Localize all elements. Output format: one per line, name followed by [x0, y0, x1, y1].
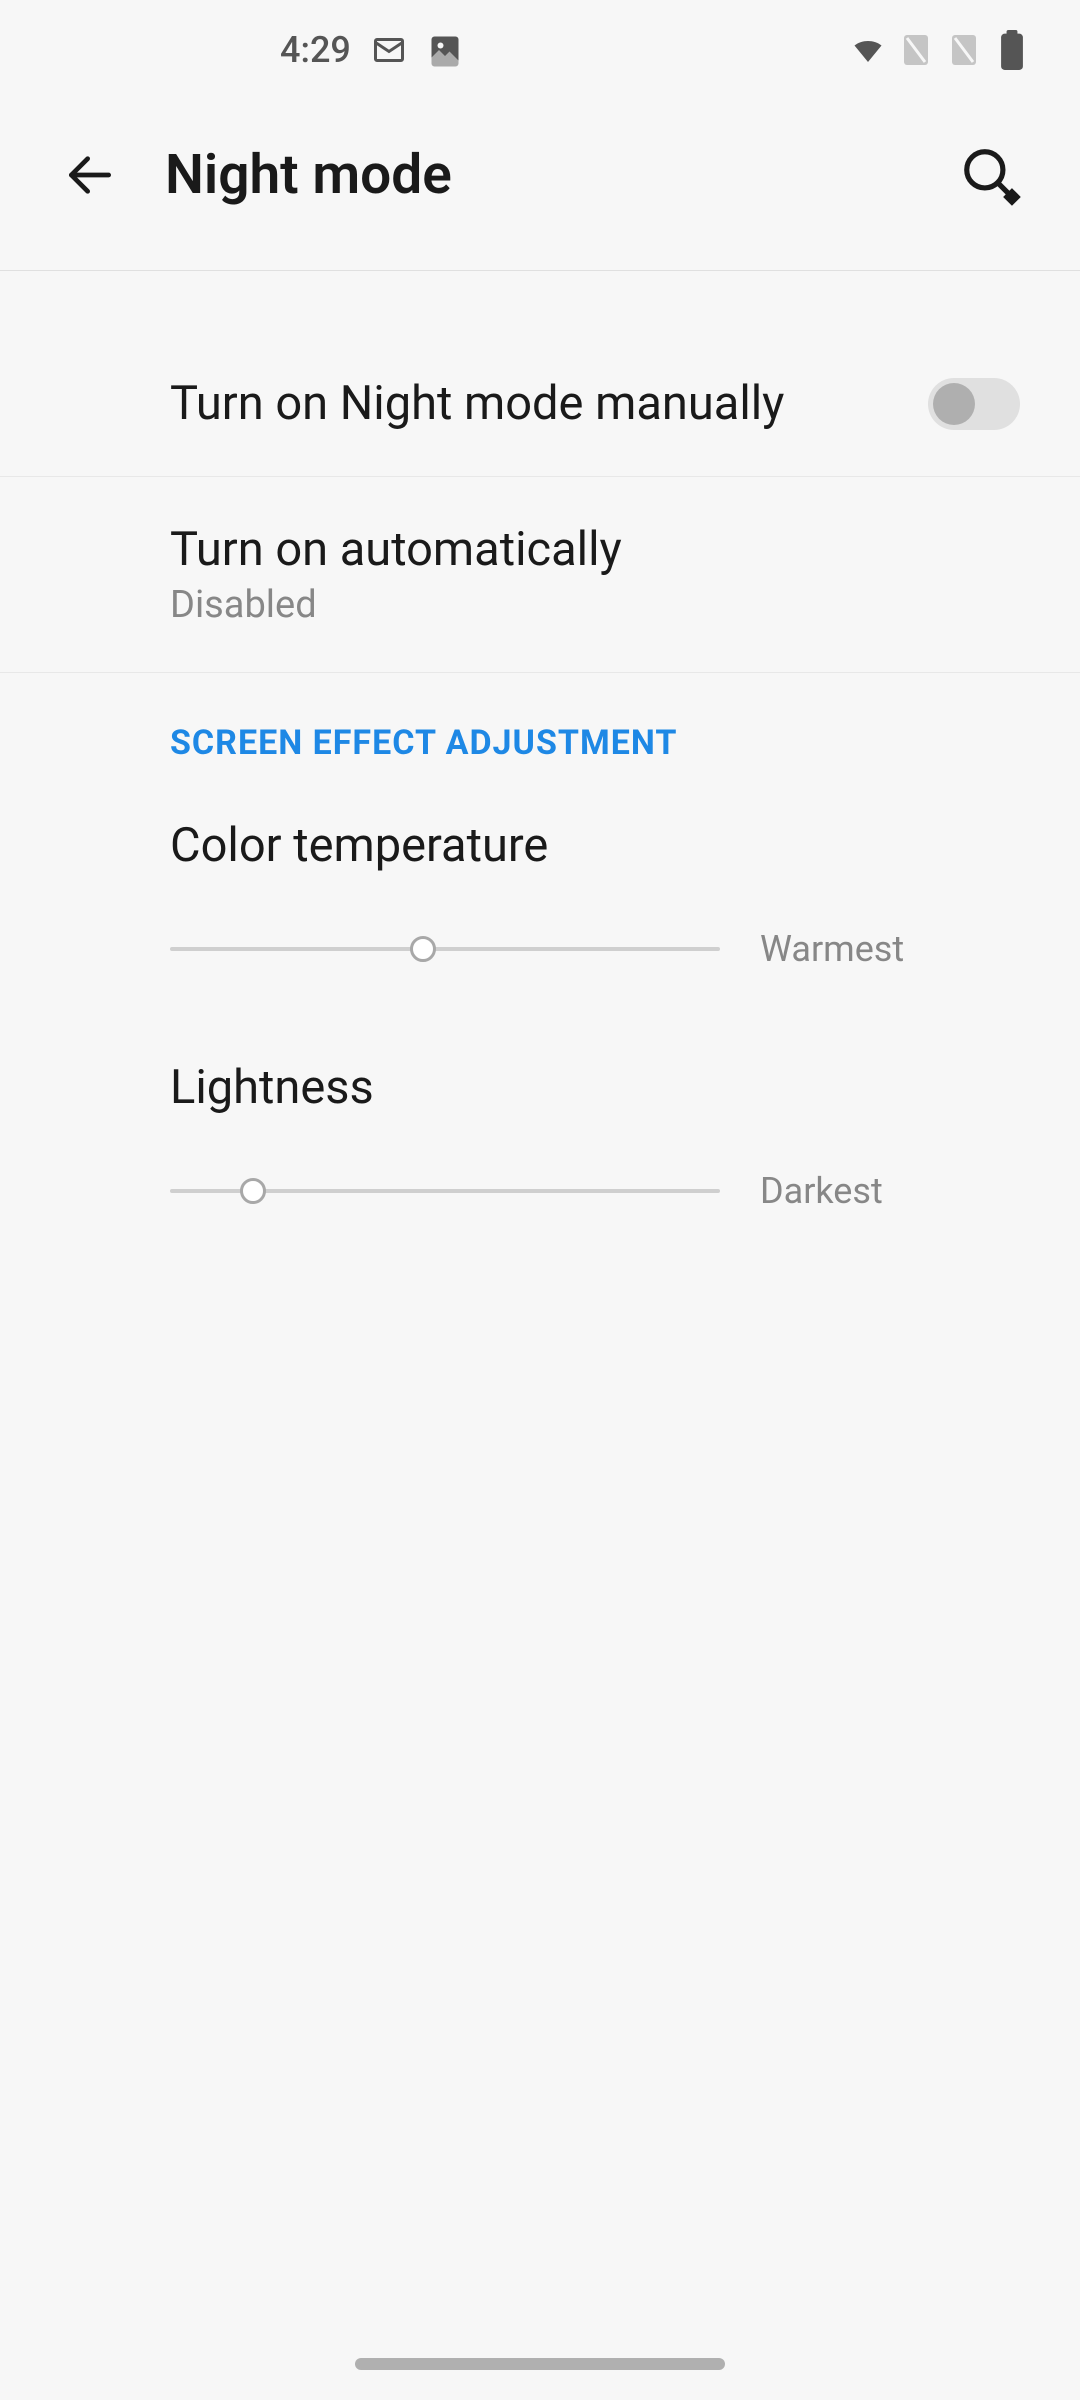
- navigation-handle[interactable]: [355, 2358, 725, 2370]
- status-bar: 4:29: [0, 0, 1080, 100]
- color-temp-slider-container: Warmest: [170, 928, 910, 970]
- section-header-text: SCREEN EFFECT ADJUSTMENT: [170, 723, 910, 763]
- sim-icon-1: [898, 32, 934, 68]
- toolbar: Night mode: [0, 100, 1080, 270]
- sim-icon-2: [946, 32, 982, 68]
- photo-icon: [427, 32, 463, 68]
- divider: [0, 270, 1080, 271]
- status-time: 4:29: [280, 29, 351, 71]
- lightness-title: Lightness: [170, 1060, 910, 1115]
- section-header: SCREEN EFFECT ADJUSTMENT: [0, 673, 1080, 788]
- back-button[interactable]: [50, 135, 130, 215]
- auto-title: Turn on automatically: [170, 522, 622, 577]
- search-icon: [959, 144, 1021, 206]
- manual-toggle-switch[interactable]: [928, 378, 1020, 430]
- arrow-left-icon: [62, 147, 118, 203]
- manual-toggle-row[interactable]: Turn on Night mode manually: [0, 331, 1080, 476]
- battery-icon: [994, 32, 1030, 68]
- status-bar-right: [850, 32, 1030, 68]
- toggle-knob: [933, 383, 975, 425]
- color-temp-section: Color temperature Warmest: [0, 788, 1080, 970]
- mail-icon: [371, 32, 407, 68]
- lightness-section: Lightness Darkest: [0, 1030, 1080, 1212]
- page-title: Night mode: [165, 143, 915, 207]
- lightness-slider-container: Darkest: [170, 1170, 910, 1212]
- status-bar-left: 4:29: [50, 29, 463, 71]
- lightness-slider[interactable]: [170, 1189, 720, 1193]
- color-temp-thumb[interactable]: [410, 936, 436, 962]
- lightness-max-label: Darkest: [760, 1170, 910, 1212]
- manual-toggle-row-inner: Turn on Night mode manually: [170, 376, 784, 431]
- manual-toggle-label: Turn on Night mode manually: [170, 376, 784, 431]
- wifi-icon: [850, 32, 886, 68]
- auto-row[interactable]: Turn on automatically Disabled: [0, 477, 1080, 672]
- color-temp-title: Color temperature: [170, 818, 910, 873]
- lightness-thumb[interactable]: [240, 1178, 266, 1204]
- color-temp-max-label: Warmest: [760, 928, 910, 970]
- auto-row-inner: Turn on automatically Disabled: [170, 522, 622, 627]
- search-button[interactable]: [950, 135, 1030, 215]
- auto-subtitle: Disabled: [170, 583, 622, 627]
- color-temp-slider[interactable]: [170, 947, 720, 951]
